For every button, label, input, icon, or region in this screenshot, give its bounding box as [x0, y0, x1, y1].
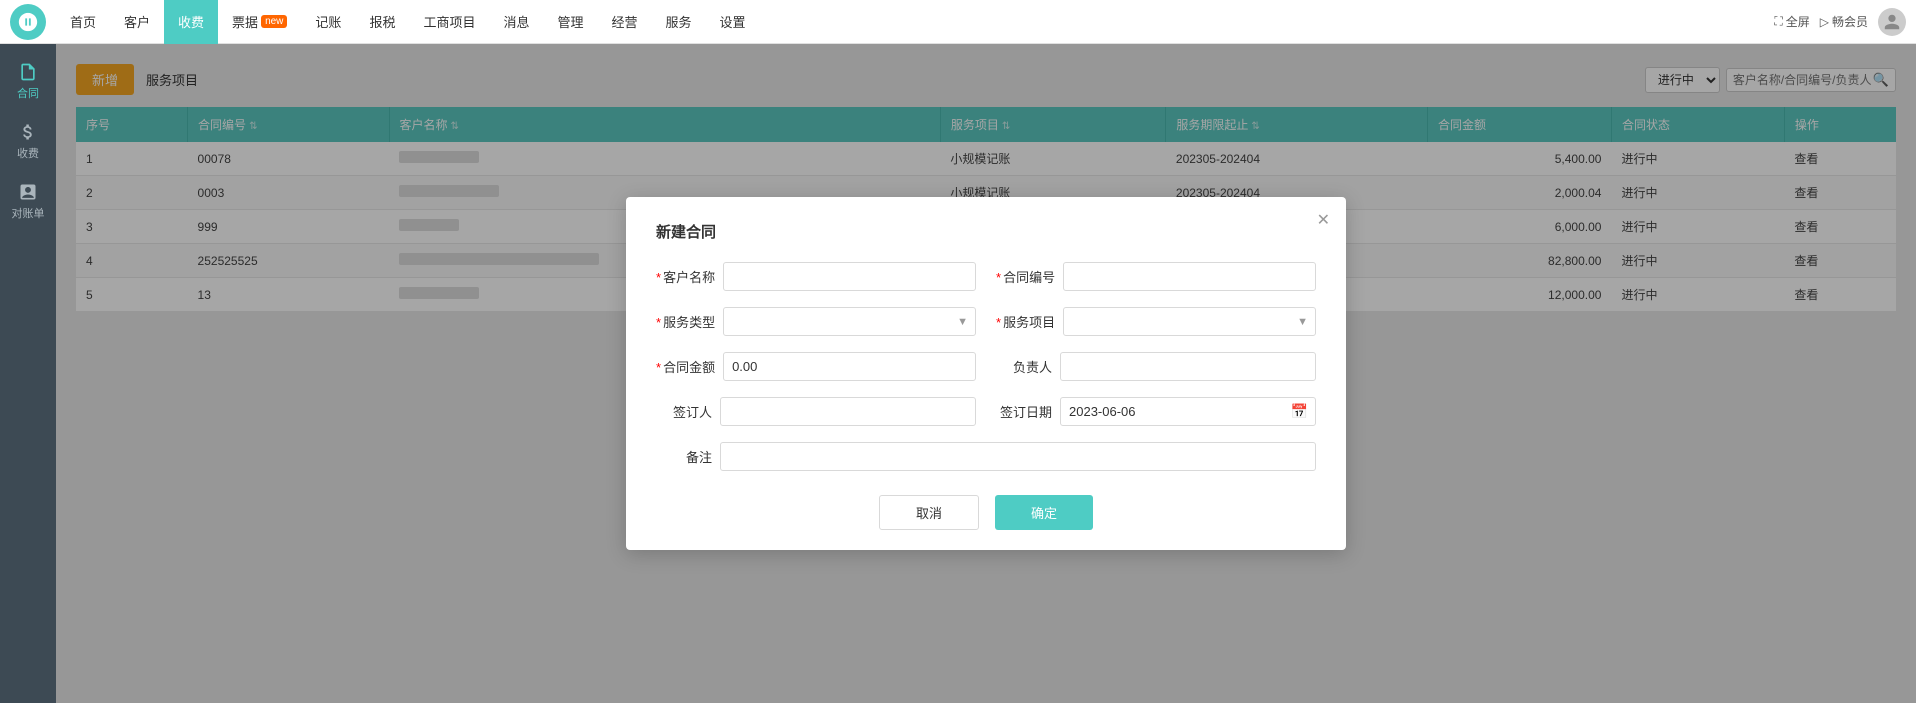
nav-invoice[interactable]: 票据new: [218, 0, 301, 44]
confirm-button[interactable]: 确定: [995, 495, 1093, 530]
top-nav: 首页 客户 收费 票据new 记账 报税 工商项目 消息 管理 经营 服务 设置…: [0, 0, 1916, 44]
modal-close-button[interactable]: ✕: [1317, 213, 1330, 229]
calendar-icon[interactable]: 📅: [1291, 403, 1308, 420]
service-type-select-wrap: ▼: [723, 307, 976, 336]
service-item-label: *服务项目: [996, 312, 1055, 331]
fullscreen-icon: ⛶: [1774, 14, 1782, 29]
new-contract-modal: ✕ 新建合同 *客户名称 *合同编号 *服务类型: [626, 197, 1346, 550]
responsible-label: 负责人: [996, 357, 1052, 376]
service-item-select-wrap: ▼: [1063, 307, 1316, 336]
nav-right: ⛶ 全屏 ▷ 畅会员: [1774, 8, 1906, 36]
form-group-contract-no: *合同编号: [996, 262, 1316, 291]
sidebar-item-statement[interactable]: 对账单: [2, 174, 54, 229]
sign-date-input[interactable]: [1060, 397, 1316, 426]
app-logo: [10, 4, 46, 40]
nav-business[interactable]: 工商项目: [409, 0, 489, 44]
nav-tax[interactable]: 报税: [355, 0, 409, 44]
service-type-select[interactable]: [723, 307, 976, 336]
form-row-5: 备注: [656, 442, 1316, 471]
member-button[interactable]: ▷ 畅会员: [1820, 13, 1868, 30]
form-row-4: 签订人 签订日期 📅: [656, 397, 1316, 426]
amount-input[interactable]: [723, 352, 976, 381]
form-row-1: *客户名称 *合同编号: [656, 262, 1316, 291]
form-group-note: 备注: [656, 442, 1316, 471]
form-group-customer: *客户名称: [656, 262, 976, 291]
nav-manage[interactable]: 管理: [543, 0, 597, 44]
modal-title: 新建合同: [656, 221, 1316, 242]
sign-date-label: 签订日期: [996, 402, 1052, 421]
signatory-input[interactable]: [720, 397, 976, 426]
signatory-label: 签订人: [656, 402, 712, 421]
sign-date-wrap: 📅: [1060, 397, 1316, 426]
responsible-input[interactable]: [1060, 352, 1316, 381]
form-group-amount: *合同金额: [656, 352, 976, 381]
service-type-label: *服务类型: [656, 312, 715, 331]
fullscreen-label: 全屏: [1786, 13, 1810, 30]
form-group-service-item: *服务项目 ▼: [996, 307, 1316, 336]
nav-home[interactable]: 首页: [56, 0, 110, 44]
nav-fee[interactable]: 收费: [164, 0, 218, 44]
sidebar-item-fee[interactable]: 收费: [2, 114, 54, 169]
avatar[interactable]: [1878, 8, 1906, 36]
play-icon: ▷: [1820, 15, 1829, 29]
sidebar-contract-label: 合同: [17, 85, 39, 101]
nav-operation[interactable]: 经营: [598, 0, 652, 44]
form-group-sign-date: 签订日期 📅: [996, 397, 1316, 426]
contract-no-label: *合同编号: [996, 267, 1055, 286]
service-item-select[interactable]: [1063, 307, 1316, 336]
nav-message[interactable]: 消息: [489, 0, 543, 44]
customer-name-input[interactable]: [723, 262, 976, 291]
form-row-3: *合同金额 负责人: [656, 352, 1316, 381]
nav-accounting[interactable]: 记账: [301, 0, 355, 44]
new-badge: new: [261, 15, 287, 28]
contract-no-input[interactable]: [1063, 262, 1316, 291]
sidebar: 合同 收费 对账单: [0, 44, 56, 703]
nav-customer[interactable]: 客户: [110, 0, 164, 44]
nav-items: 首页 客户 收费 票据new 记账 报税 工商项目 消息 管理 经营 服务 设置: [56, 0, 1774, 44]
form-group-responsible: 负责人: [996, 352, 1316, 381]
customer-label: *客户名称: [656, 267, 715, 286]
sidebar-item-contract[interactable]: 合同: [2, 54, 54, 109]
form-group-service-type: *服务类型 ▼: [656, 307, 976, 336]
nav-service[interactable]: 服务: [652, 0, 706, 44]
sidebar-statement-label: 对账单: [12, 205, 45, 221]
fullscreen-button[interactable]: ⛶ 全屏: [1774, 13, 1809, 30]
member-label: 畅会员: [1832, 13, 1868, 30]
note-label: 备注: [656, 447, 712, 466]
modal-overlay: ✕ 新建合同 *客户名称 *合同编号 *服务类型: [56, 44, 1916, 703]
content-area: 新增 服务项目 进行中 已完成 已终止 🔍 序号 合同编号⇅: [56, 44, 1916, 703]
cancel-button[interactable]: 取消: [879, 495, 979, 530]
amount-label: *合同金额: [656, 357, 715, 376]
modal-footer: 取消 确定: [656, 495, 1316, 530]
nav-settings[interactable]: 设置: [706, 0, 760, 44]
form-group-signatory: 签订人: [656, 397, 976, 426]
sidebar-fee-label: 收费: [17, 145, 39, 161]
form-row-2: *服务类型 ▼ *服务项目 ▼: [656, 307, 1316, 336]
note-input[interactable]: [720, 442, 1316, 471]
